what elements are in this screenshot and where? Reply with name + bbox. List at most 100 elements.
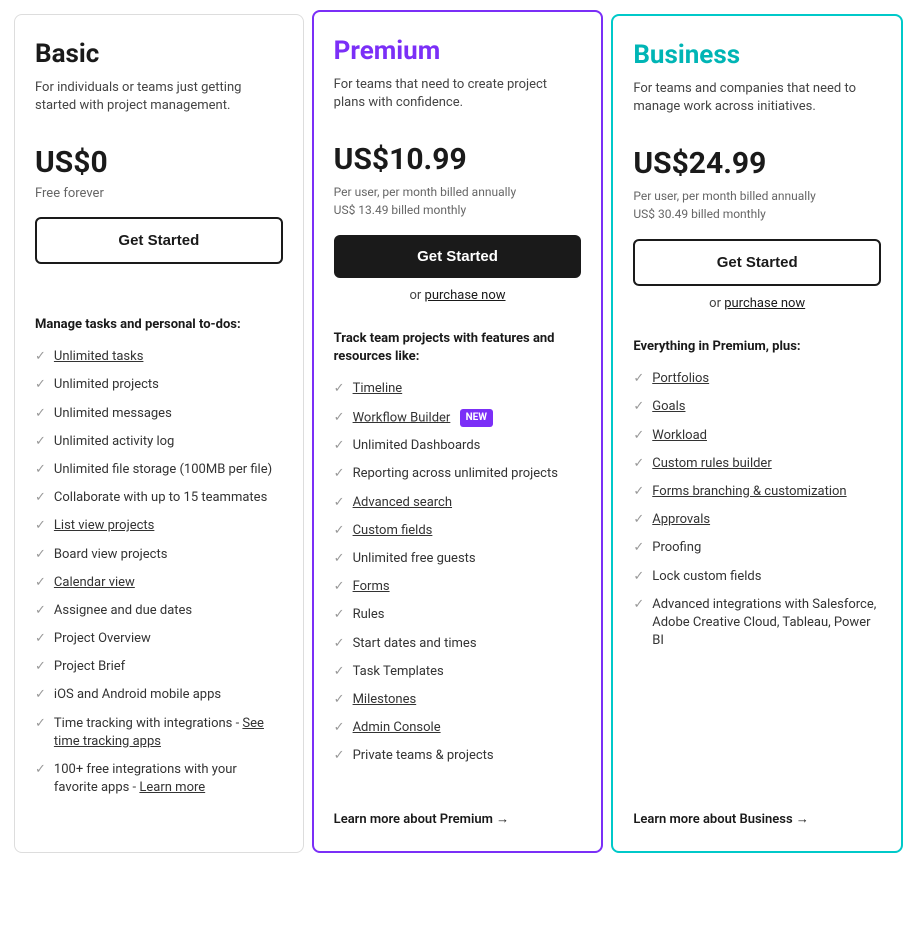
feature-link[interactable]: List view projects	[54, 518, 154, 533]
check-icon: ✓	[334, 465, 345, 483]
check-icon: ✓	[633, 483, 644, 501]
feature-link[interactable]: Calendar view	[54, 575, 135, 590]
feature-suffix-link[interactable]: See time tracking apps	[54, 716, 264, 749]
feature-item: ✓ 100+ free integrations with your favor…	[35, 761, 283, 797]
feature-text: Project Brief	[54, 658, 283, 676]
feature-list-premium: ✓ Timeline ✓ Workflow Builder NEW ✓ Unli…	[334, 380, 582, 775]
purchase-now-link-premium[interactable]: purchase now	[425, 288, 506, 303]
check-icon: ✓	[35, 517, 46, 535]
feature-link[interactable]: Forms	[353, 579, 390, 594]
feature-item: ✓ Calendar view	[35, 574, 283, 592]
purchase-row-basic	[35, 274, 283, 296]
check-icon: ✓	[633, 455, 644, 473]
check-icon: ✓	[35, 761, 46, 779]
feature-item: ✓ Forms branching & customization	[633, 483, 881, 501]
feature-text: Collaborate with up to 15 teammates	[54, 489, 283, 507]
features-label-premium: Track team projects with features and re…	[334, 330, 582, 366]
feature-item: ✓ Private teams & projects	[334, 747, 582, 765]
feature-link[interactable]: Portfolios	[652, 371, 709, 386]
feature-suffix-link[interactable]: Learn more	[139, 780, 205, 795]
feature-text: Time tracking with integrations - See ti…	[54, 715, 283, 751]
feature-text: Private teams & projects	[353, 747, 582, 765]
feature-item: ✓ Workload	[633, 427, 881, 445]
check-icon: ✓	[633, 568, 644, 586]
feature-item: ✓ Proofing	[633, 539, 881, 557]
feature-text: List view projects	[54, 517, 283, 535]
plan-basic: Basic For individuals or teams just gett…	[14, 14, 304, 853]
feature-list-business: ✓ Portfolios ✓ Goals ✓ Workload ✓ Custom…	[633, 370, 881, 660]
cta-button-basic[interactable]: Get Started	[35, 217, 283, 264]
feature-text: Rules	[353, 606, 582, 624]
feature-text: Forms branching & customization	[652, 483, 881, 501]
feature-text: Proofing	[652, 539, 881, 557]
feature-list-basic: ✓ Unlimited tasks ✓ Unlimited projects ✓…	[35, 348, 283, 807]
feature-item: ✓ Task Templates	[334, 663, 582, 681]
plan-name-premium: Premium	[334, 36, 582, 66]
plan-name-basic: Basic	[35, 39, 283, 69]
feature-link[interactable]: Advanced search	[353, 495, 452, 510]
check-icon: ✓	[334, 578, 345, 596]
cta-button-business[interactable]: Get Started	[633, 239, 881, 286]
feature-text: Project Overview	[54, 630, 283, 648]
feature-link[interactable]: Approvals	[652, 512, 710, 527]
learn-more-link-premium[interactable]: Learn more about Premium →	[334, 812, 509, 827]
feature-link[interactable]: Milestones	[353, 692, 417, 707]
feature-link[interactable]: Admin Console	[353, 720, 441, 735]
purchase-row-premium: or purchase now	[334, 288, 582, 310]
feature-text: Board view projects	[54, 546, 283, 564]
plan-name-business: Business	[633, 40, 881, 70]
check-icon: ✓	[633, 370, 644, 388]
feature-item: ✓ Project Overview	[35, 630, 283, 648]
feature-text: Approvals	[652, 511, 881, 529]
check-icon: ✓	[334, 437, 345, 455]
feature-link[interactable]: Timeline	[353, 381, 403, 396]
check-icon: ✓	[35, 715, 46, 733]
plan-price-premium: US$10.99	[334, 142, 582, 177]
feature-link[interactable]: Unlimited tasks	[54, 349, 144, 364]
feature-item: ✓ Custom rules builder	[633, 455, 881, 473]
feature-item: ✓ Goals	[633, 398, 881, 416]
check-icon: ✓	[35, 348, 46, 366]
feature-text: Unlimited messages	[54, 405, 283, 423]
plans-container: Basic For individuals or teams just gett…	[10, 10, 907, 857]
feature-item: ✓ Lock custom fields	[633, 568, 881, 586]
check-icon: ✓	[35, 461, 46, 479]
check-icon: ✓	[334, 719, 345, 737]
purchase-row-business: or purchase now	[633, 296, 881, 318]
feature-text: Custom rules builder	[652, 455, 881, 473]
plan-desc-business: For teams and companies that need to man…	[633, 80, 881, 128]
feature-item: ✓ iOS and Android mobile apps	[35, 686, 283, 704]
check-icon: ✓	[35, 546, 46, 564]
feature-item: ✓ Unlimited activity log	[35, 433, 283, 451]
feature-item: ✓ Advanced integrations with Salesforce,…	[633, 596, 881, 651]
check-icon: ✓	[334, 606, 345, 624]
feature-text: Unlimited free guests	[353, 550, 582, 568]
feature-text: 100+ free integrations with your favorit…	[54, 761, 283, 797]
cta-button-premium[interactable]: Get Started	[334, 235, 582, 278]
feature-text: Task Templates	[353, 663, 582, 681]
feature-text: Advanced search	[353, 494, 582, 512]
purchase-now-link-business[interactable]: purchase now	[724, 296, 805, 311]
plan-business: Business For teams and companies that ne…	[611, 14, 903, 853]
feature-link[interactable]: Custom rules builder	[652, 456, 771, 471]
plan-desc-basic: For individuals or teams just getting st…	[35, 79, 283, 127]
feature-link[interactable]: Workload	[652, 428, 707, 443]
feature-item: ✓ Timeline	[334, 380, 582, 398]
feature-link[interactable]: Workflow Builder	[353, 410, 451, 425]
check-icon: ✓	[633, 596, 644, 614]
feature-link[interactable]: Custom fields	[353, 523, 433, 538]
feature-text: iOS and Android mobile apps	[54, 686, 283, 704]
feature-text: Portfolios	[652, 370, 881, 388]
learn-more-premium[interactable]: Learn more about Premium →	[334, 795, 582, 827]
learn-more-business[interactable]: Learn more about Business →	[633, 795, 881, 827]
check-icon: ✓	[334, 691, 345, 709]
learn-more-link-business[interactable]: Learn more about Business →	[633, 812, 809, 827]
check-icon: ✓	[35, 686, 46, 704]
check-icon: ✓	[35, 602, 46, 620]
feature-link[interactable]: Forms branching & customization	[652, 484, 846, 499]
feature-link[interactable]: Goals	[652, 399, 685, 414]
plan-desc-premium: For teams that need to create project pl…	[334, 76, 582, 124]
check-icon: ✓	[633, 511, 644, 529]
check-icon: ✓	[633, 398, 644, 416]
feature-text: Timeline	[353, 380, 582, 398]
